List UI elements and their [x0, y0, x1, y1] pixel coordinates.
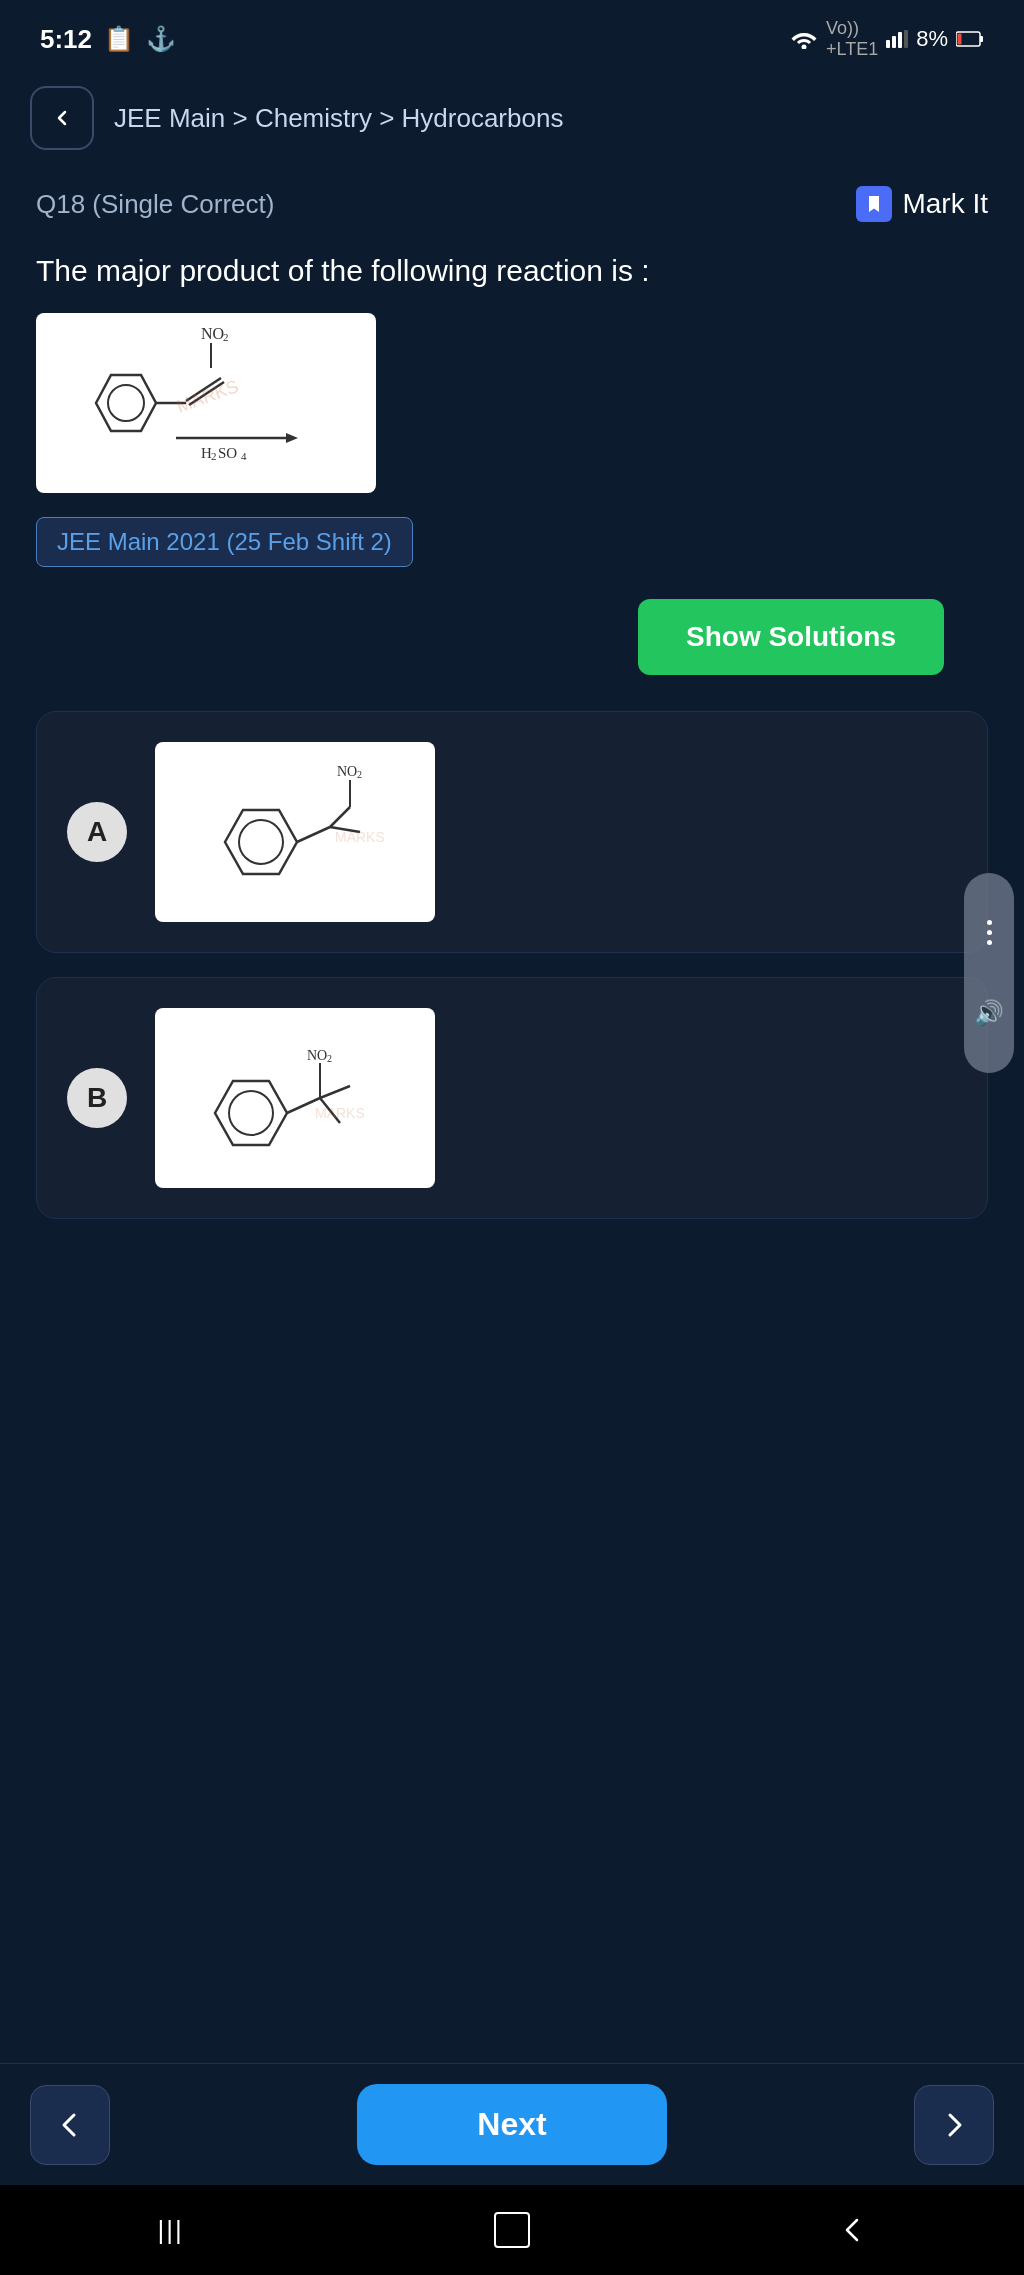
battery-percent: 8% — [916, 26, 948, 52]
mark-it-icon — [856, 186, 892, 222]
status-icons: Vo))+LTE1 8% — [790, 18, 984, 60]
svg-rect-3 — [898, 32, 902, 48]
mark-it-label: Mark It — [902, 188, 988, 220]
svg-point-33 — [229, 1091, 273, 1135]
option-b-letter: B — [67, 1068, 127, 1128]
svg-rect-4 — [904, 30, 908, 48]
svg-text:SO: SO — [218, 445, 237, 461]
audio-icon[interactable]: 🔊 — [974, 999, 1004, 1027]
breadcrumb: JEE Main > Chemistry > Hydrocarbons — [114, 103, 563, 134]
back-button[interactable] — [30, 86, 94, 150]
exam-tag: JEE Main 2021 (25 Feb Shift 2) — [36, 517, 413, 567]
menu-icon: ||| — [158, 2215, 184, 2246]
svg-text:NO: NO — [337, 764, 357, 779]
signal-bars-icon — [886, 30, 908, 48]
mark-it-button[interactable]: Mark It — [856, 186, 988, 222]
svg-text:NO: NO — [307, 1048, 327, 1063]
svg-marker-17 — [286, 433, 298, 443]
battery-icon — [956, 31, 984, 47]
option-a-image: NO 2 MARKS — [155, 742, 435, 922]
nav-bar: JEE Main > Chemistry > Hydrocarbons — [0, 70, 1024, 166]
svg-line-38 — [320, 1086, 350, 1098]
option-b-image: NO 2 MARKS — [155, 1008, 435, 1188]
back-icon — [839, 2216, 867, 2244]
next-button[interactable]: Next — [357, 2084, 666, 2165]
chemical-diagram-container: NO 2 H 2 SO 4 MARKS — [36, 313, 988, 493]
prev-button[interactable] — [30, 2085, 110, 2165]
android-home-button[interactable] — [472, 2200, 552, 2260]
tag-container: JEE Main 2021 (25 Feb Shift 2) — [0, 493, 1024, 583]
wifi-icon — [790, 29, 818, 49]
svg-text:2: 2 — [327, 1053, 332, 1064]
option-b-card[interactable]: B NO 2 MARKS — [36, 977, 988, 1219]
svg-text:MARKS: MARKS — [315, 1105, 365, 1121]
next-arrow-button[interactable] — [914, 2085, 994, 2165]
question-text: The major product of the following react… — [0, 232, 1024, 313]
svg-text:2: 2 — [223, 331, 229, 343]
android-navigation: ||| — [0, 2185, 1024, 2275]
svg-point-9 — [108, 385, 144, 421]
svg-rect-6 — [958, 34, 962, 45]
svg-text:MARKS: MARKS — [174, 376, 241, 417]
svg-text:2: 2 — [357, 769, 362, 780]
option-a-letter: A — [67, 802, 127, 862]
svg-point-0 — [802, 45, 807, 50]
status-bar: 5:12 📋 ⚓ Vo))+LTE1 8% — [0, 0, 1024, 70]
signal-text: Vo))+LTE1 — [826, 18, 878, 60]
status-icon-clipboard: 📋 — [104, 25, 134, 53]
options-container: A NO 2 MARKS B — [0, 695, 1024, 1235]
question-label: Q18 (Single Correct) — [36, 189, 274, 220]
svg-point-24 — [239, 820, 283, 864]
status-icon-anchor: ⚓ — [146, 25, 176, 53]
status-time: 5:12 — [40, 24, 92, 55]
svg-text:2: 2 — [211, 450, 217, 462]
svg-rect-1 — [886, 40, 890, 48]
home-icon — [494, 2212, 530, 2248]
scroll-handle[interactable]: 🔊 — [964, 873, 1014, 1073]
svg-text:NO: NO — [201, 325, 224, 342]
svg-line-25 — [297, 827, 330, 842]
scroll-dots — [987, 920, 992, 945]
svg-text:MARKS: MARKS — [335, 829, 385, 845]
svg-rect-2 — [892, 36, 896, 48]
show-solutions-button[interactable]: Show Solutions — [638, 599, 944, 675]
solutions-container: Show Solutions — [0, 583, 1024, 695]
svg-rect-7 — [980, 36, 983, 42]
question-header: Q18 (Single Correct) Mark It — [0, 166, 1024, 232]
bottom-navigation: Next — [0, 2063, 1024, 2185]
android-back-button[interactable] — [813, 2200, 893, 2260]
svg-text:4: 4 — [241, 450, 247, 462]
option-a-card[interactable]: A NO 2 MARKS — [36, 711, 988, 953]
chemical-reaction-diagram: NO 2 H 2 SO 4 MARKS — [36, 313, 376, 493]
svg-marker-8 — [96, 375, 156, 431]
android-menu-button[interactable]: ||| — [131, 2200, 211, 2260]
svg-line-26 — [330, 807, 350, 827]
